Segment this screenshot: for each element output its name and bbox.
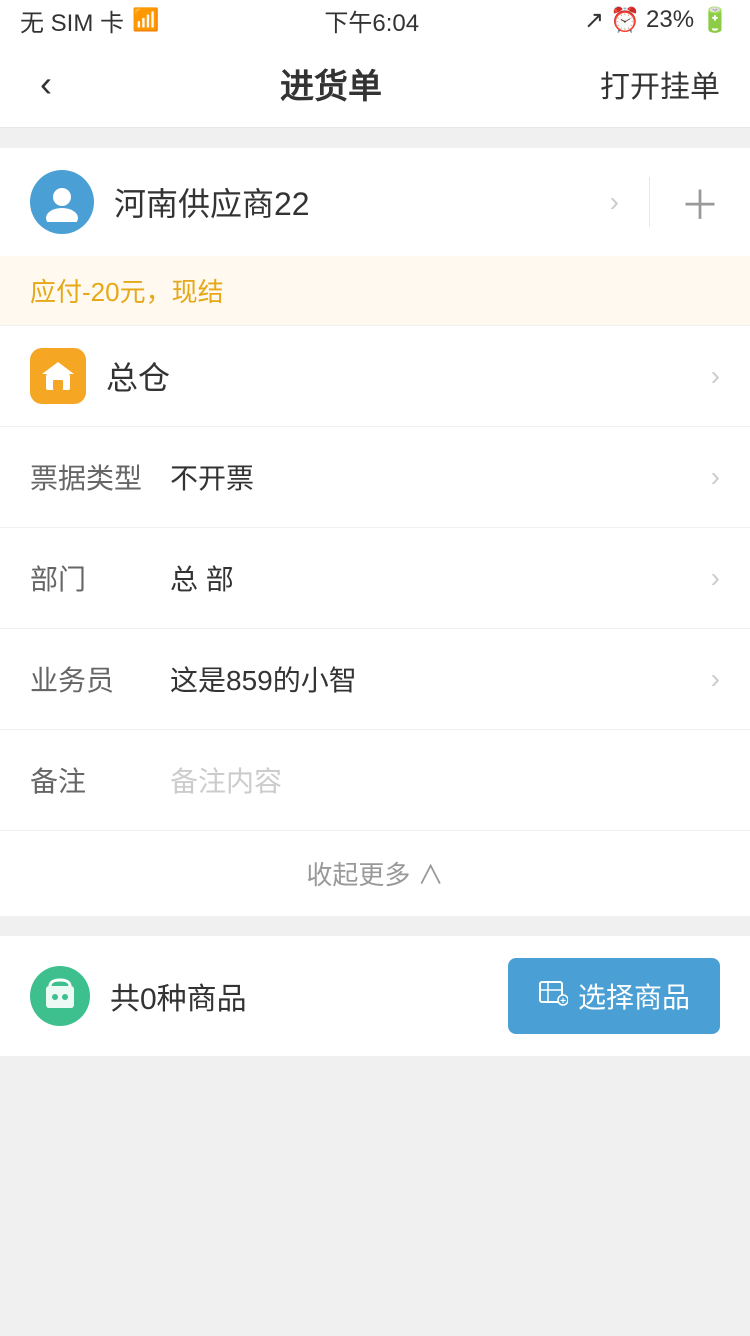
alarm-icon: ⏰	[610, 6, 640, 35]
remark-row[interactable]: 备注 备注内容	[0, 729, 750, 830]
warehouse-name: 总仓	[106, 353, 711, 399]
product-icon	[30, 966, 90, 1026]
product-count-text: 共0种商品	[110, 974, 508, 1018]
battery-icon: 🔋	[700, 6, 730, 35]
invoice-type-value: 不开票	[170, 457, 711, 497]
salesperson-row[interactable]: 业务员 这是859的小智 ›	[0, 628, 750, 729]
status-time: 下午6:04	[324, 3, 419, 38]
status-right: ↗ ⏰ 23% 🔋	[584, 6, 730, 35]
salesperson-arrow-icon: ›	[711, 663, 720, 695]
back-button[interactable]: ‹	[30, 53, 62, 115]
select-btn-icon: +	[538, 980, 568, 1013]
warehouse-arrow-icon: ›	[711, 360, 720, 392]
warehouse-row[interactable]: 总仓 ›	[0, 325, 750, 426]
salesperson-value: 这是859的小智	[170, 659, 711, 699]
add-supplier-button[interactable]: ＋	[680, 173, 720, 231]
department-value: 总 部	[170, 558, 711, 598]
supplier-row[interactable]: 河南供应商22 › ＋	[0, 148, 750, 256]
collapse-label: 收起更多 ∧	[306, 855, 443, 892]
supplier-name: 河南供应商22	[114, 179, 610, 225]
invoice-type-row[interactable]: 票据类型 不开票 ›	[0, 426, 750, 527]
warehouse-icon	[30, 348, 86, 404]
invoice-type-arrow-icon: ›	[711, 461, 720, 493]
collapse-row[interactable]: 收起更多 ∧	[0, 830, 750, 916]
status-bar: 无 SIM 卡 📶 下午6:04 ↗ ⏰ 23% 🔋	[0, 0, 750, 40]
salesperson-label: 业务员	[30, 659, 170, 699]
department-label: 部门	[30, 558, 170, 598]
supplier-section: 河南供应商22 › ＋ 应付-20元，现结 总仓 › 票据类型 不开票 › 部门…	[0, 148, 750, 916]
department-arrow-icon: ›	[711, 562, 720, 594]
status-left: 无 SIM 卡 📶	[20, 3, 159, 38]
department-row[interactable]: 部门 总 部 ›	[0, 527, 750, 628]
nav-bar: ‹ 进货单 打开挂单	[0, 40, 750, 128]
select-product-button[interactable]: + 选择商品	[508, 958, 720, 1034]
invoice-type-label: 票据类型	[30, 457, 170, 497]
wifi-icon: 📶	[132, 7, 159, 33]
remark-placeholder[interactable]: 备注内容	[170, 760, 720, 800]
open-pending-button[interactable]: 打开挂单	[600, 62, 720, 106]
svg-text:+: +	[560, 996, 566, 1006]
separator-top	[0, 128, 750, 148]
page-title: 进货单	[280, 59, 382, 108]
select-btn-label: 选择商品	[578, 976, 690, 1016]
bottom-bar: 共0种商品 + 选择商品	[0, 936, 750, 1056]
location-icon: ↗	[584, 6, 604, 35]
supplier-divider	[649, 177, 650, 227]
supplier-arrow-icon: ›	[610, 186, 619, 218]
page-background	[0, 1056, 750, 1336]
info-banner: 应付-20元，现结	[0, 256, 750, 325]
supplier-avatar	[30, 170, 94, 234]
remark-label: 备注	[30, 760, 170, 800]
no-sim-text: 无 SIM 卡	[20, 3, 124, 38]
battery-text: 23%	[646, 6, 694, 34]
